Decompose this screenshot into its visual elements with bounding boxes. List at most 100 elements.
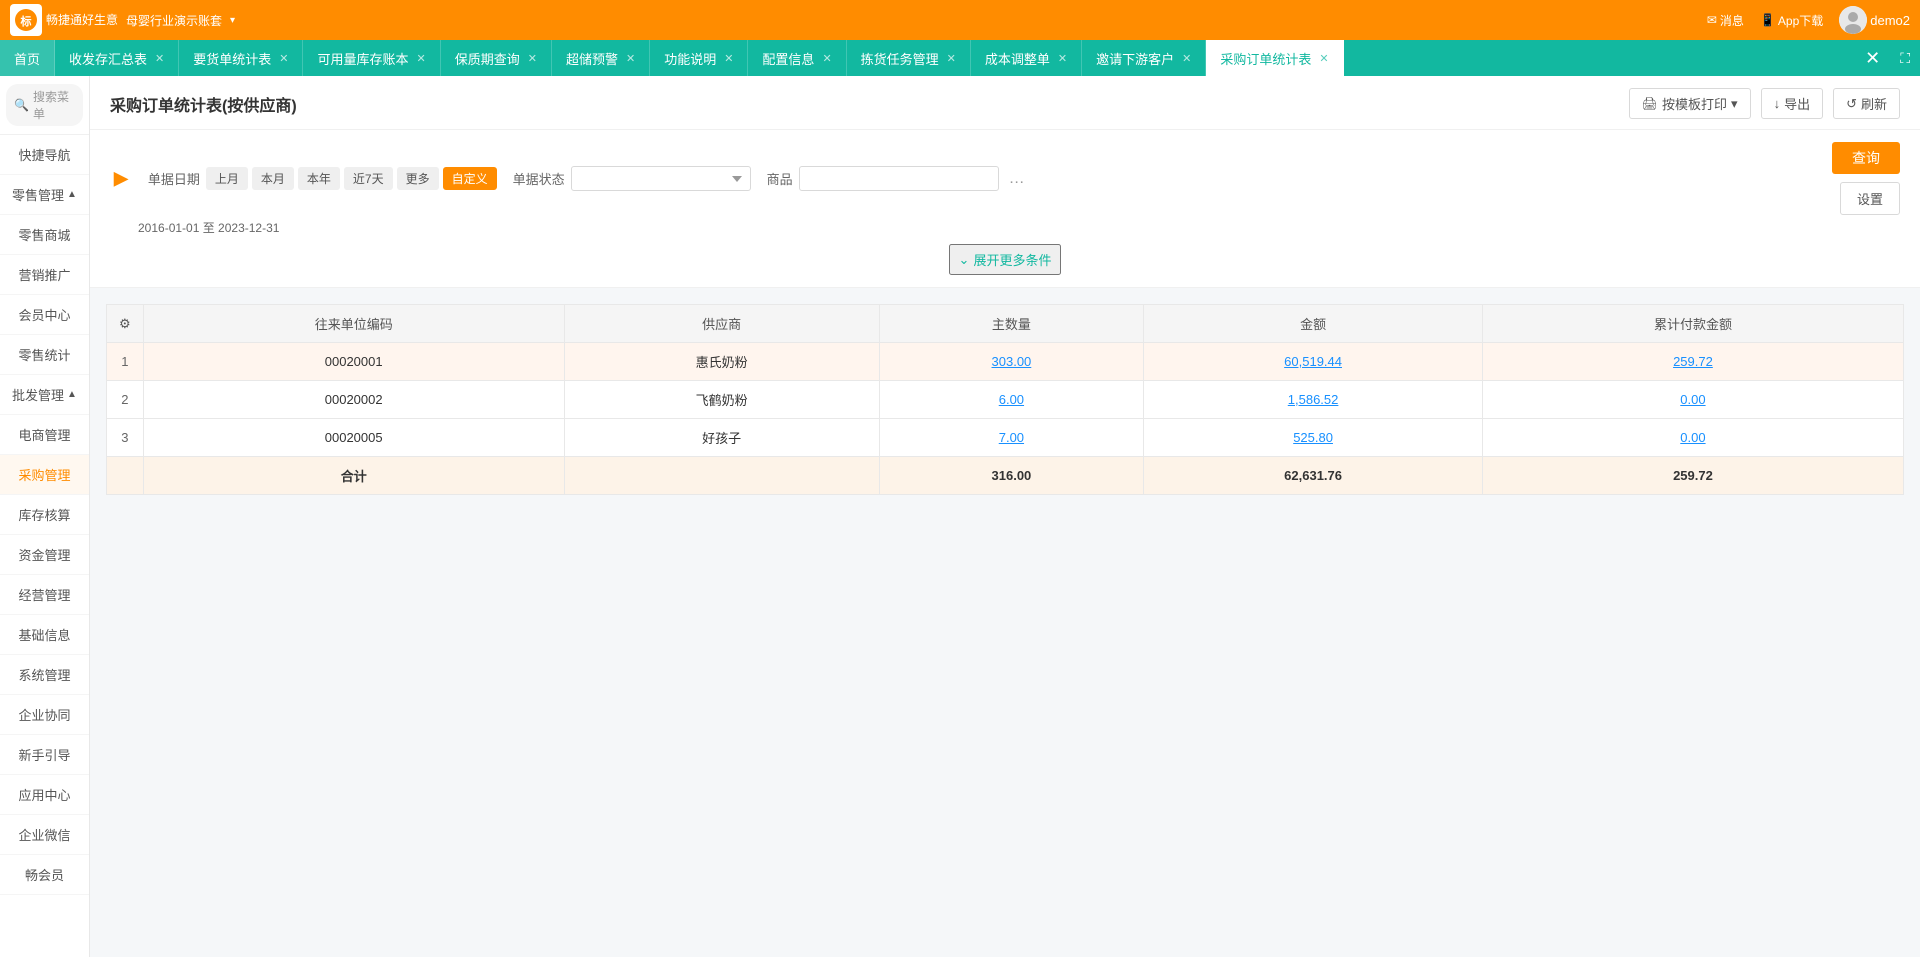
query-button[interactable]: 查询 <box>1832 142 1900 174</box>
date-btn-more[interactable]: 更多 <box>397 167 439 190</box>
filter-date: 单据日期 上月 本月 本年 近7天 更多 自定义 <box>148 167 497 190</box>
col-settings[interactable]: ⚙ <box>107 305 144 343</box>
row-qty[interactable]: 7.00 <box>879 419 1144 457</box>
tab-close-icon[interactable]: ✕ <box>528 52 537 65</box>
tab-cost-adjust[interactable]: 成本调整单 ✕ <box>971 40 1082 76</box>
sidebar-item-stock[interactable]: 库存核算 <box>0 495 89 535</box>
row-paid[interactable]: 0.00 <box>1482 419 1903 457</box>
sidebar-item-wholesale[interactable]: 批发管理 ▲ <box>0 375 89 415</box>
sidebar-item-finance[interactable]: 资金管理 <box>0 535 89 575</box>
row-qty[interactable]: 6.00 <box>879 381 1144 419</box>
export-button[interactable]: ↓ 导出 <box>1761 88 1824 119</box>
app-download-btn[interactable]: 📱 App下载 <box>1760 12 1823 29</box>
row-num: 3 <box>107 419 144 457</box>
tab-close-icon[interactable]: ✕ <box>155 52 164 65</box>
tab-purchase-summary[interactable]: 采购订单统计表 ✕ <box>1206 40 1343 76</box>
sidebar-search[interactable]: 🔍 搜索菜单 <box>0 76 89 135</box>
tab-close-icon[interactable]: ✕ <box>947 52 956 65</box>
col-amount: 金额 <box>1144 305 1483 343</box>
row-num: 1 <box>107 343 144 381</box>
tab-goods-stat[interactable]: 要货单统计表 ✕ <box>179 40 303 76</box>
sidebar-item-enterprise[interactable]: 企业协同 <box>0 695 89 735</box>
sidebar-item-quick-nav[interactable]: 快捷导航 <box>0 135 89 175</box>
sidebar-item-enterprise-wechat[interactable]: 企业微信 <box>0 815 89 855</box>
sidebar-item-app-center[interactable]: 应用中心 <box>0 775 89 815</box>
date-range-text: 2016-01-01 至 2023-12-31 <box>138 221 279 235</box>
svg-text:标: 标 <box>20 14 32 28</box>
tab-close-icon[interactable]: ✕ <box>279 52 288 65</box>
logo-area: 标 畅捷通好生意 <box>10 4 118 36</box>
row-amount[interactable]: 525.80 <box>1144 419 1483 457</box>
tab-available-stock[interactable]: 可用量库存账本 ✕ <box>303 40 440 76</box>
fullscreen-icon[interactable]: ⛶ <box>1890 50 1920 67</box>
avatar <box>1839 6 1867 34</box>
date-range-display: 2016-01-01 至 2023-12-31 <box>110 219 1900 236</box>
tab-close-icon[interactable]: ✕ <box>724 52 733 65</box>
tab-close-active-icon[interactable]: ✕ <box>1319 52 1328 65</box>
filter-expand-row: ⌄ 展开更多条件 <box>110 244 1900 275</box>
close-all-tabs-icon[interactable]: ✕ <box>1855 48 1890 69</box>
date-btn-this-month[interactable]: 本月 <box>252 167 294 190</box>
tab-close-icon[interactable]: ✕ <box>626 52 635 65</box>
user-avatar[interactable]: demo2 <box>1839 6 1910 34</box>
footer-empty <box>107 457 144 495</box>
goods-label: 商品 <box>767 169 793 188</box>
logo-text: 畅捷通好生意 <box>46 13 118 27</box>
tab-close-icon[interactable]: ✕ <box>1058 52 1067 65</box>
sidebar-item-operation[interactable]: 经营管理 <box>0 575 89 615</box>
tab-close-icon[interactable]: ✕ <box>1182 52 1191 65</box>
sidebar-item-retail-stat[interactable]: 零售统计 <box>0 335 89 375</box>
tab-close-icon[interactable]: ✕ <box>417 52 426 65</box>
goods-input[interactable] <box>799 166 999 191</box>
tab-close-icon[interactable]: ✕ <box>822 52 831 65</box>
row-paid[interactable]: 259.72 <box>1482 343 1903 381</box>
tab-pick-task[interactable]: 拣货任务管理 ✕ <box>847 40 971 76</box>
tab-invite-downstream[interactable]: 邀请下游客户 ✕ <box>1082 40 1206 76</box>
date-btn-last-month[interactable]: 上月 <box>206 167 248 190</box>
date-btn-7days[interactable]: 近7天 <box>344 167 393 190</box>
sidebar-item-new-guide[interactable]: 新手引导 <box>0 735 89 775</box>
sidebar-item-sys-mgmt[interactable]: 系统管理 <box>0 655 89 695</box>
sidebar-item-vip[interactable]: 畅会员 <box>0 855 89 895</box>
page-header: 采购订单统计表(按供应商) 🖨 按模板打印 ▾ ↓ 导出 ↺ 刷新 <box>90 76 1920 130</box>
tab-config-info[interactable]: 配置信息 ✕ <box>748 40 846 76</box>
sidebar-item-member[interactable]: 会员中心 <box>0 295 89 335</box>
status-select[interactable] <box>571 166 751 191</box>
tab-home[interactable]: 首页 <box>0 40 55 76</box>
search-input-area[interactable]: 🔍 搜索菜单 <box>6 84 83 126</box>
tab-function-desc[interactable]: 功能说明 ✕ <box>650 40 748 76</box>
footer-qty: 316.00 <box>879 457 1144 495</box>
print-button[interactable]: 🖨 按模板打印 ▾ <box>1629 88 1751 119</box>
row-supplier: 飞鹤奶粉 <box>564 381 879 419</box>
search-icon: 🔍 <box>14 98 29 112</box>
top-bar-right: ✉ 消息 📱 App下载 demo2 <box>1707 6 1910 34</box>
workspace-dropdown-icon[interactable]: ▾ <box>230 15 235 26</box>
sidebar-item-purchase[interactable]: 采购管理 <box>0 455 89 495</box>
date-custom-badge[interactable]: 自定义 <box>443 167 497 190</box>
footer-label: 合计 <box>143 457 564 495</box>
sidebar-item-ecommerce[interactable]: 电商管理 <box>0 415 89 455</box>
row-code: 00020002 <box>143 381 564 419</box>
row-amount[interactable]: 60,519.44 <box>1144 343 1483 381</box>
goods-more-icon[interactable]: … <box>1005 170 1029 188</box>
setting-button[interactable]: 设置 <box>1840 182 1900 215</box>
row-paid[interactable]: 0.00 <box>1482 381 1903 419</box>
tab-overstock-warning[interactable]: 超储预警 ✕ <box>552 40 650 76</box>
sidebar-item-basic-info[interactable]: 基础信息 <box>0 615 89 655</box>
row-amount[interactable]: 1,586.52 <box>1144 381 1483 419</box>
expand-more-button[interactable]: ⌄ 展开更多条件 <box>949 244 1062 275</box>
tab-receive-summary[interactable]: 收发存汇总表 ✕ <box>55 40 179 76</box>
top-bar: 标 畅捷通好生意 母婴行业演示账套 ▾ ✉ 消息 📱 App下载 demo2 <box>0 0 1920 40</box>
footer-supplier-empty <box>564 457 879 495</box>
tab-expiry-query[interactable]: 保质期查询 ✕ <box>441 40 552 76</box>
query-side: 查询 设置 <box>1832 142 1900 215</box>
row-qty[interactable]: 303.00 <box>879 343 1144 381</box>
message-btn[interactable]: ✉ 消息 <box>1707 12 1744 29</box>
refresh-button[interactable]: ↺ 刷新 <box>1833 88 1900 119</box>
filter-expand-toggle[interactable]: ▶ <box>110 168 132 189</box>
sidebar-item-retail-mgmt[interactable]: 零售管理 ▲ <box>0 175 89 215</box>
date-btn-this-year[interactable]: 本年 <box>298 167 340 190</box>
col-qty: 主数量 <box>879 305 1144 343</box>
sidebar-item-marketing[interactable]: 营销推广 <box>0 255 89 295</box>
sidebar-item-retail-store[interactable]: 零售商城 <box>0 215 89 255</box>
